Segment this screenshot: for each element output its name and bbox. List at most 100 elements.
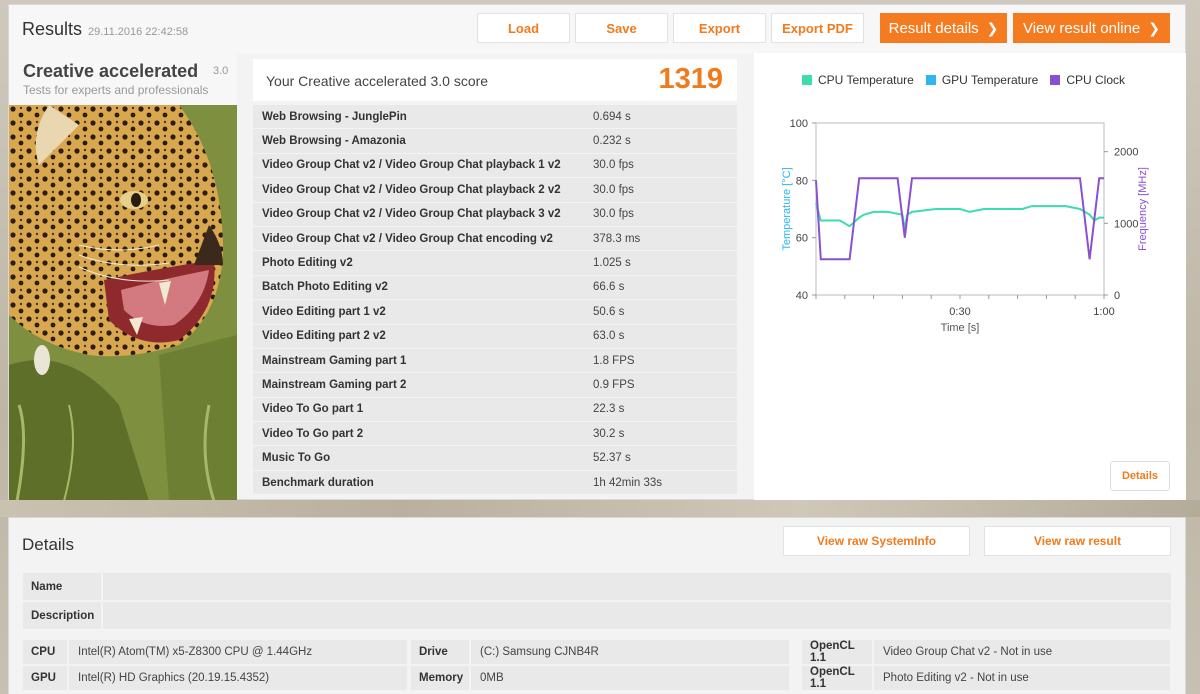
result-test-name: Batch Photo Editing v2 xyxy=(262,281,388,294)
result-test-value: 30.0 fps xyxy=(584,153,737,178)
results-date: 29.11.2016 22:42:58 xyxy=(88,26,189,38)
result-test-name: Photo Editing v2 xyxy=(262,257,353,270)
result-test-name: Video To Go part 2 xyxy=(262,427,364,440)
result-row: Video To Go part 2 30.2 s xyxy=(253,422,737,447)
result-details-button[interactable]: Result details ❯ xyxy=(880,13,1007,43)
system-info-item: Drive (C:) Samsung CJNB4R xyxy=(411,640,789,664)
result-test-name: Benchmark duration xyxy=(262,476,374,489)
chevron-right-icon: ❯ xyxy=(986,19,999,36)
monitoring-chart: 4060801000100020000:30 1:00Time [s]Temper… xyxy=(781,118,1149,334)
leopard-illustration xyxy=(9,105,237,501)
test-version: 3.0 xyxy=(213,65,229,77)
y-left-tick-label: 80 xyxy=(796,175,808,187)
results-title: Results xyxy=(22,19,83,39)
view-raw-result-button[interactable]: View raw result xyxy=(984,526,1171,556)
export-button-label: Export xyxy=(698,20,741,36)
view-raw-systeminfo-button[interactable]: View raw SystemInfo xyxy=(783,526,970,556)
result-row: Video To Go part 1 22.3 s xyxy=(253,397,737,423)
system-info-label: Drive xyxy=(411,640,471,664)
name-value[interactable] xyxy=(103,573,1171,600)
test-subtitle: Tests for experts and professionals xyxy=(23,83,209,97)
result-test-value: 63.0 s xyxy=(584,324,737,348)
background-strip xyxy=(0,500,1200,517)
result-test-name: Mainstream Gaming part 1 xyxy=(262,354,407,367)
result-test-value: 52.37 s xyxy=(584,446,737,470)
y-left-tick-label: 60 xyxy=(796,233,808,245)
result-test-name: Video Editing part 1 v2 xyxy=(262,305,386,318)
result-row: Video Group Chat v2 / Video Group Chat e… xyxy=(253,226,737,252)
result-test-value: 30.0 fps xyxy=(584,202,737,226)
export-button[interactable]: Export xyxy=(673,13,766,43)
result-row: Video Editing part 1 v2 50.6 s xyxy=(253,300,737,325)
system-info-label: OpenCL 1.1 xyxy=(802,640,874,664)
system-info-item: CPU Intel(R) Atom(TM) x5-Z8300 CPU @ 1.44… xyxy=(23,640,407,664)
result-row: Web Browsing - Amazonia 0.232 s xyxy=(253,129,737,154)
result-test-value: 30.2 s xyxy=(584,422,737,446)
system-info-value: Photo Editing v2 - Not in use xyxy=(883,672,1029,684)
result-row: Web Browsing - JunglePin 0.694 s xyxy=(253,105,737,130)
system-info-value: Intel(R) Atom(TM) x5-Z8300 CPU @ 1.44GHz xyxy=(78,646,313,658)
result-test-name: Mainstream Gaming part 2 xyxy=(262,378,407,391)
system-info-item: OpenCL 1.1 Video Group Chat v2 - Not in u… xyxy=(802,640,1170,664)
result-test-value: 22.3 s xyxy=(584,397,737,422)
system-info-value: Intel(R) HD Graphics (20.19.15.4352) xyxy=(78,672,270,684)
results-panel: Results 29.11.2016 22:42:58 Load Save Ex… xyxy=(8,4,1186,501)
leopard-image xyxy=(9,105,237,501)
system-info-label: Memory xyxy=(411,666,471,690)
x-axis-label: Time [s] xyxy=(941,322,980,334)
result-row: Mainstream Gaming part 1 1.8 FPS xyxy=(253,348,737,374)
result-test-value: 1.8 FPS xyxy=(584,348,737,373)
result-test-name: Video Editing part 2 v2 xyxy=(262,330,386,343)
load-button-label: Load xyxy=(507,20,540,36)
result-test-value: 0.694 s xyxy=(584,105,737,129)
system-info-value: (C:) Samsung CJNB4R xyxy=(480,646,599,658)
result-row: Video Group Chat v2 / Video Group Chat p… xyxy=(253,202,737,227)
result-row: Video Group Chat v2 / Video Group Chat p… xyxy=(253,178,737,203)
system-info-label: GPU xyxy=(23,666,69,690)
load-button[interactable]: Load xyxy=(477,13,570,43)
y-left-tick-label: 100 xyxy=(790,118,808,130)
y-left-tick-label: 40 xyxy=(796,290,808,302)
test-name: Creative accelerated xyxy=(23,61,199,81)
details-title: Details xyxy=(22,535,74,554)
y-left-axis-label: Temperature [°C] xyxy=(781,167,793,250)
result-test-name: Video Group Chat v2 / Video Group Chat p… xyxy=(262,159,561,172)
save-button[interactable]: Save xyxy=(575,13,668,43)
system-info-item: GPU Intel(R) HD Graphics (20.19.15.4352) xyxy=(23,666,407,690)
series-line-cpu-temperature xyxy=(815,203,1104,230)
result-details-label: Result details xyxy=(888,19,979,37)
result-row: Video Editing part 2 v2 63.0 s xyxy=(253,324,737,349)
result-test-value: 66.6 s xyxy=(584,275,737,300)
view-raw-systeminfo-label: View raw SystemInfo xyxy=(816,534,937,548)
result-table: Web Browsing - JunglePin 0.694 s Web Brows… xyxy=(253,105,737,496)
description-value[interactable] xyxy=(103,602,1171,629)
result-test-name: Web Browsing - Amazonia xyxy=(262,135,406,148)
system-info-label: CPU xyxy=(23,640,69,664)
export-pdf-button[interactable]: Export PDF xyxy=(771,13,864,43)
result-row: Mainstream Gaming part 2 0.9 FPS xyxy=(253,373,737,398)
result-test-name: Video To Go part 1 xyxy=(262,403,364,416)
x-tick-label: 1:00 xyxy=(1093,306,1114,318)
score-box: Your Creative accelerated 3.0 score 1319 xyxy=(253,59,737,101)
view-result-online-label: View result online xyxy=(1022,19,1141,37)
detail-row-description: Description xyxy=(23,602,1171,629)
result-test-value: 1.025 s xyxy=(584,251,737,275)
system-info-value: Video Group Chat v2 - Not in use xyxy=(883,646,1053,658)
result-test-name: Video Group Chat v2 / Video Group Chat p… xyxy=(262,208,561,221)
description-label: Description xyxy=(23,602,101,629)
view-result-online-button[interactable]: View result online ❯ xyxy=(1013,13,1170,43)
details-panel: Details View raw SystemInfo View raw res… xyxy=(8,517,1186,694)
score-label: Your Creative accelerated 3.0 score xyxy=(266,73,489,89)
result-row: Benchmark duration 1h 42min 33s xyxy=(253,470,737,496)
result-row: Batch Photo Editing v2 66.6 s xyxy=(253,275,737,301)
system-info-item: OpenCL 1.1 Photo Editing v2 - Not in use xyxy=(802,666,1170,690)
result-test-value: 50.6 s xyxy=(584,300,737,324)
result-test-value: 30.0 fps xyxy=(584,178,737,202)
chart-details-button[interactable]: Details xyxy=(1110,461,1170,491)
score-value: 1319 xyxy=(658,63,723,95)
result-row: Music To Go 52.37 s xyxy=(253,446,737,471)
result-test-value: 0.9 FPS xyxy=(584,373,737,397)
result-test-name: Web Browsing - JunglePin xyxy=(262,110,407,123)
result-row: Video Group Chat v2 / Video Group Chat p… xyxy=(253,153,737,179)
y-right-tick-label: 0 xyxy=(1114,290,1120,302)
